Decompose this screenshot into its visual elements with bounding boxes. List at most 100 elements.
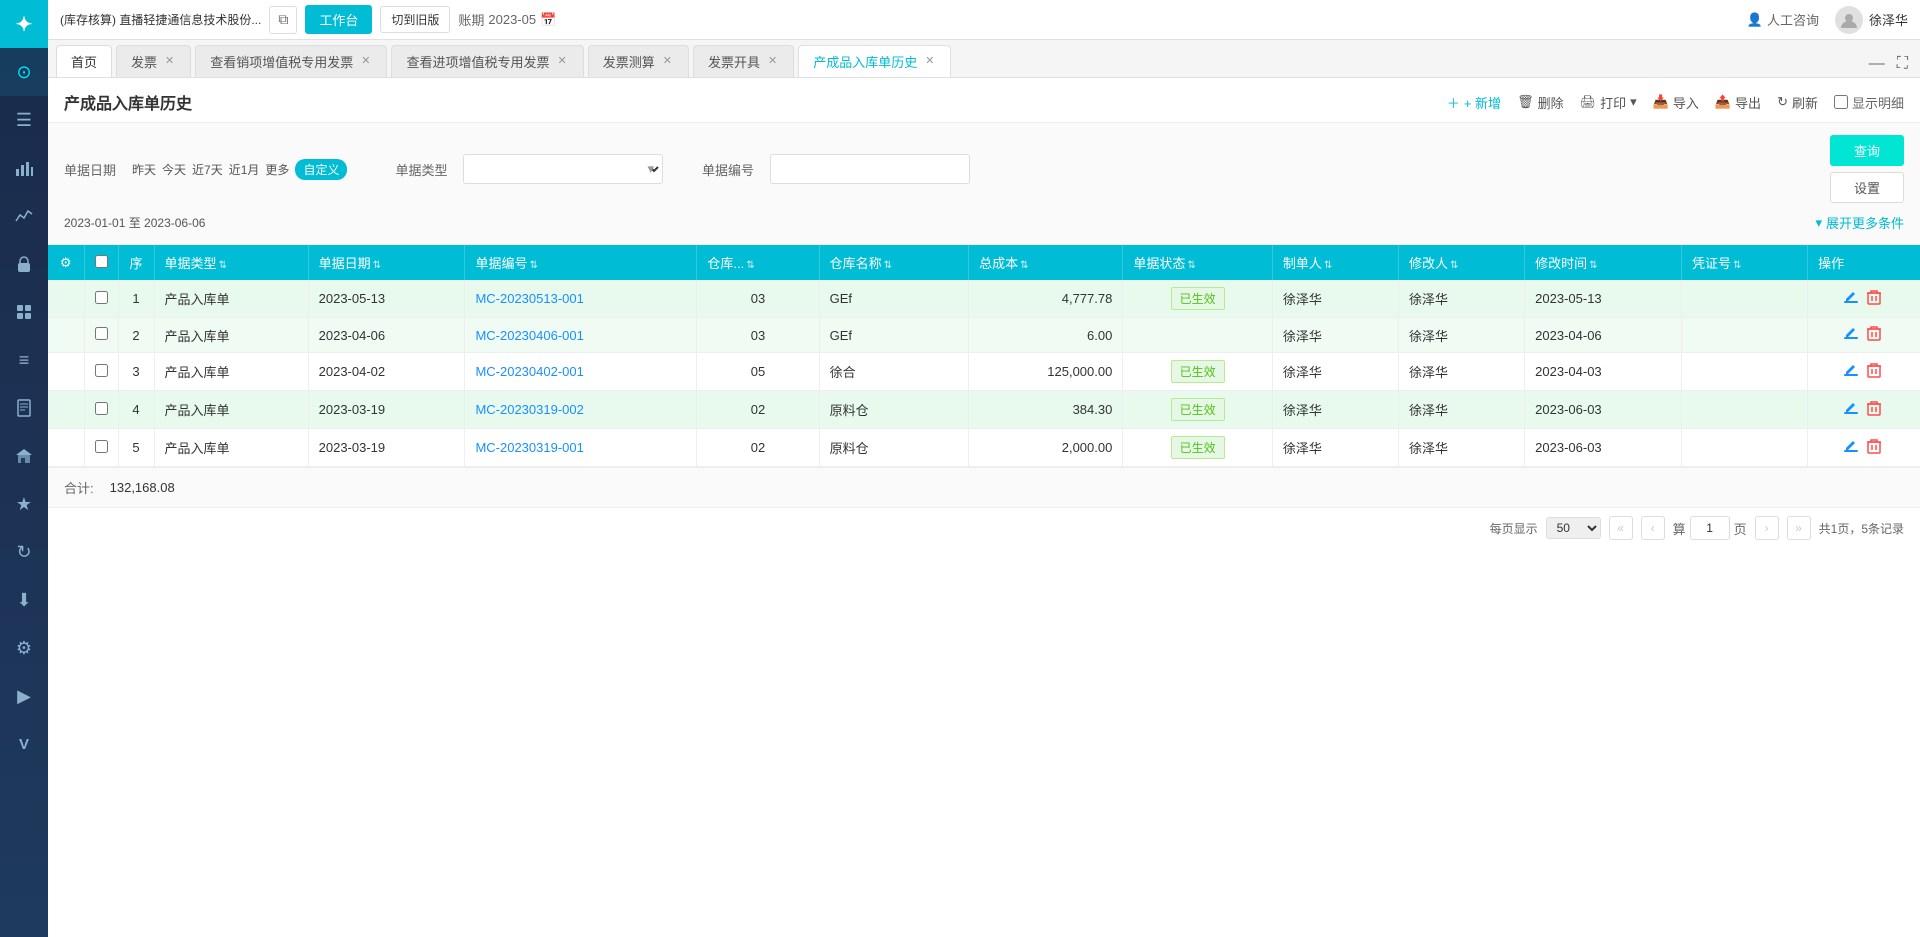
next-page-button[interactable]: ›	[1755, 516, 1779, 540]
td-row-number[interactable]: MC-20230402-001	[465, 353, 697, 391]
expand-button[interactable]: ▾ 展开更多条件	[1815, 213, 1904, 232]
row-checkbox[interactable]	[95, 364, 108, 377]
row-edit-button[interactable]	[1843, 441, 1863, 458]
tab-product-inbound[interactable]: 产成品入库单历史 ✕	[798, 45, 951, 77]
row-delete-button[interactable]	[1867, 441, 1881, 458]
tab-invoice-issue-close[interactable]: ✕	[766, 55, 779, 68]
row-number-link[interactable]: MC-20230319-001	[475, 440, 583, 455]
shortcut-today[interactable]: 今天	[162, 161, 186, 178]
switch-button[interactable]: 切到旧版	[380, 6, 450, 33]
per-page-select[interactable]: 50 100 200	[1546, 517, 1601, 539]
new-button[interactable]: ＋ + 新增	[1447, 93, 1501, 112]
last-page-button[interactable]: »	[1787, 516, 1811, 540]
th-check[interactable]	[84, 245, 118, 280]
settings-button[interactable]: 设置	[1830, 172, 1904, 203]
td-row-settings[interactable]	[48, 280, 84, 318]
number-filter-wrap[interactable]	[770, 154, 970, 184]
sidebar-item-warehouse[interactable]	[0, 432, 48, 480]
tab-input-vat[interactable]: 查看进项增值税专用发票 ✕	[391, 45, 583, 77]
sidebar-item-list[interactable]: ≡	[0, 336, 48, 384]
row-delete-button[interactable]	[1867, 365, 1881, 382]
row-delete-button[interactable]	[1867, 403, 1881, 420]
th-modifier[interactable]: 修改人⇅	[1398, 245, 1524, 280]
td-row-number[interactable]: MC-20230319-001	[465, 429, 697, 467]
th-voucher[interactable]: 凭证号⇅	[1681, 245, 1807, 280]
sidebar-item-finance[interactable]	[0, 192, 48, 240]
th-modify-time[interactable]: 修改时间⇅	[1525, 245, 1682, 280]
th-total-cost[interactable]: 总成本⇅	[969, 245, 1123, 280]
row-delete-button[interactable]	[1867, 328, 1881, 345]
tab-output-vat[interactable]: 查看销项增值税专用发票 ✕	[195, 45, 387, 77]
row-edit-button[interactable]	[1843, 403, 1863, 420]
show-detail-checkbox[interactable]	[1834, 95, 1848, 109]
shortcut-yesterday[interactable]: 昨天	[132, 161, 156, 178]
row-number-link[interactable]: MC-20230402-001	[475, 364, 583, 379]
tab-invoice-issue[interactable]: 发票开具 ✕	[693, 45, 794, 77]
sidebar-item-doc[interactable]: ☰	[0, 96, 48, 144]
row-checkbox[interactable]	[95, 402, 108, 415]
td-row-check[interactable]	[84, 280, 118, 318]
tab-invoice-calc-close[interactable]: ✕	[661, 55, 674, 68]
tab-product-inbound-close[interactable]: ✕	[923, 55, 936, 68]
number-filter-input[interactable]	[779, 162, 961, 176]
row-number-link[interactable]: MC-20230406-001	[475, 328, 583, 343]
sidebar-item-lock[interactable]	[0, 240, 48, 288]
page-number-input[interactable]	[1690, 516, 1730, 540]
row-edit-button[interactable]	[1843, 328, 1863, 345]
delete-button[interactable]: 🗑 删除	[1517, 93, 1564, 112]
th-creator[interactable]: 制单人⇅	[1272, 245, 1398, 280]
show-detail-toggle[interactable]: 显示明细	[1834, 93, 1904, 112]
row-number-link[interactable]: MC-20230319-002	[475, 402, 583, 417]
print-button[interactable]: 🖨 打印 ▾	[1580, 93, 1637, 112]
th-date[interactable]: 单据日期⇅	[308, 245, 465, 280]
export-button[interactable]: 📤 导出	[1715, 93, 1761, 112]
td-row-number[interactable]: MC-20230513-001	[465, 280, 697, 318]
type-select-input[interactable]: 产品入库单	[463, 154, 663, 184]
user-menu[interactable]: 徐泽华	[1835, 6, 1908, 34]
td-row-check[interactable]	[84, 318, 118, 353]
td-row-check[interactable]	[84, 429, 118, 467]
select-all-checkbox[interactable]	[95, 255, 108, 268]
type-filter-select[interactable]: 产品入库单 ▾	[463, 154, 654, 184]
query-button[interactable]: 查询	[1830, 135, 1904, 166]
sidebar-item-play[interactable]: ▶	[0, 672, 48, 720]
shortcut-more[interactable]: 更多	[265, 161, 289, 178]
copy-icon[interactable]: ⧉	[269, 6, 297, 34]
sidebar-item-chart[interactable]	[0, 144, 48, 192]
th-status[interactable]: 单据状态⇅	[1123, 245, 1272, 280]
sidebar-item-settings[interactable]: ⚙	[0, 624, 48, 672]
sidebar-item-receipt[interactable]	[0, 384, 48, 432]
row-checkbox[interactable]	[95, 440, 108, 453]
td-row-settings[interactable]	[48, 391, 84, 429]
td-row-check[interactable]	[84, 391, 118, 429]
th-type[interactable]: 单据类型⇅	[154, 245, 308, 280]
row-edit-button[interactable]	[1843, 365, 1863, 382]
worktable-button[interactable]: 工作台	[305, 5, 372, 34]
th-number[interactable]: 单据编号⇅	[465, 245, 697, 280]
help-button[interactable]: 👤 人工咨询	[1747, 10, 1819, 29]
sidebar-item-download[interactable]: ⬇	[0, 576, 48, 624]
refresh-button[interactable]: ↻ 刷新	[1777, 93, 1818, 112]
td-row-settings[interactable]	[48, 318, 84, 353]
sidebar-item-grid[interactable]	[0, 288, 48, 336]
sidebar-item-star[interactable]: ★	[0, 480, 48, 528]
row-checkbox[interactable]	[95, 327, 108, 340]
tab-home[interactable]: 首页	[56, 45, 112, 77]
tab-output-vat-close[interactable]: ✕	[359, 55, 372, 68]
sidebar-item-v[interactable]: V	[0, 720, 48, 768]
td-row-number[interactable]: MC-20230406-001	[465, 318, 697, 353]
first-page-button[interactable]: «	[1609, 516, 1633, 540]
shortcut-custom[interactable]: 自定义	[295, 159, 347, 180]
th-warehouse-code[interactable]: 仓库...⇅	[697, 245, 819, 280]
td-row-settings[interactable]	[48, 353, 84, 391]
tab-input-vat-close[interactable]: ✕	[556, 55, 569, 68]
sidebar-item-loop[interactable]: ↻	[0, 528, 48, 576]
row-number-link[interactable]: MC-20230513-001	[475, 291, 583, 306]
import-button[interactable]: 📥 导入	[1653, 93, 1699, 112]
tab-minimize-icon[interactable]: —	[1865, 51, 1889, 77]
th-warehouse-name[interactable]: 仓库名称⇅	[819, 245, 968, 280]
row-checkbox[interactable]	[95, 291, 108, 304]
row-delete-button[interactable]	[1867, 292, 1881, 309]
prev-page-button[interactable]: ‹	[1641, 516, 1665, 540]
company-name[interactable]: (库存核算) 直播轻捷通信息技术股份...	[60, 11, 261, 28]
